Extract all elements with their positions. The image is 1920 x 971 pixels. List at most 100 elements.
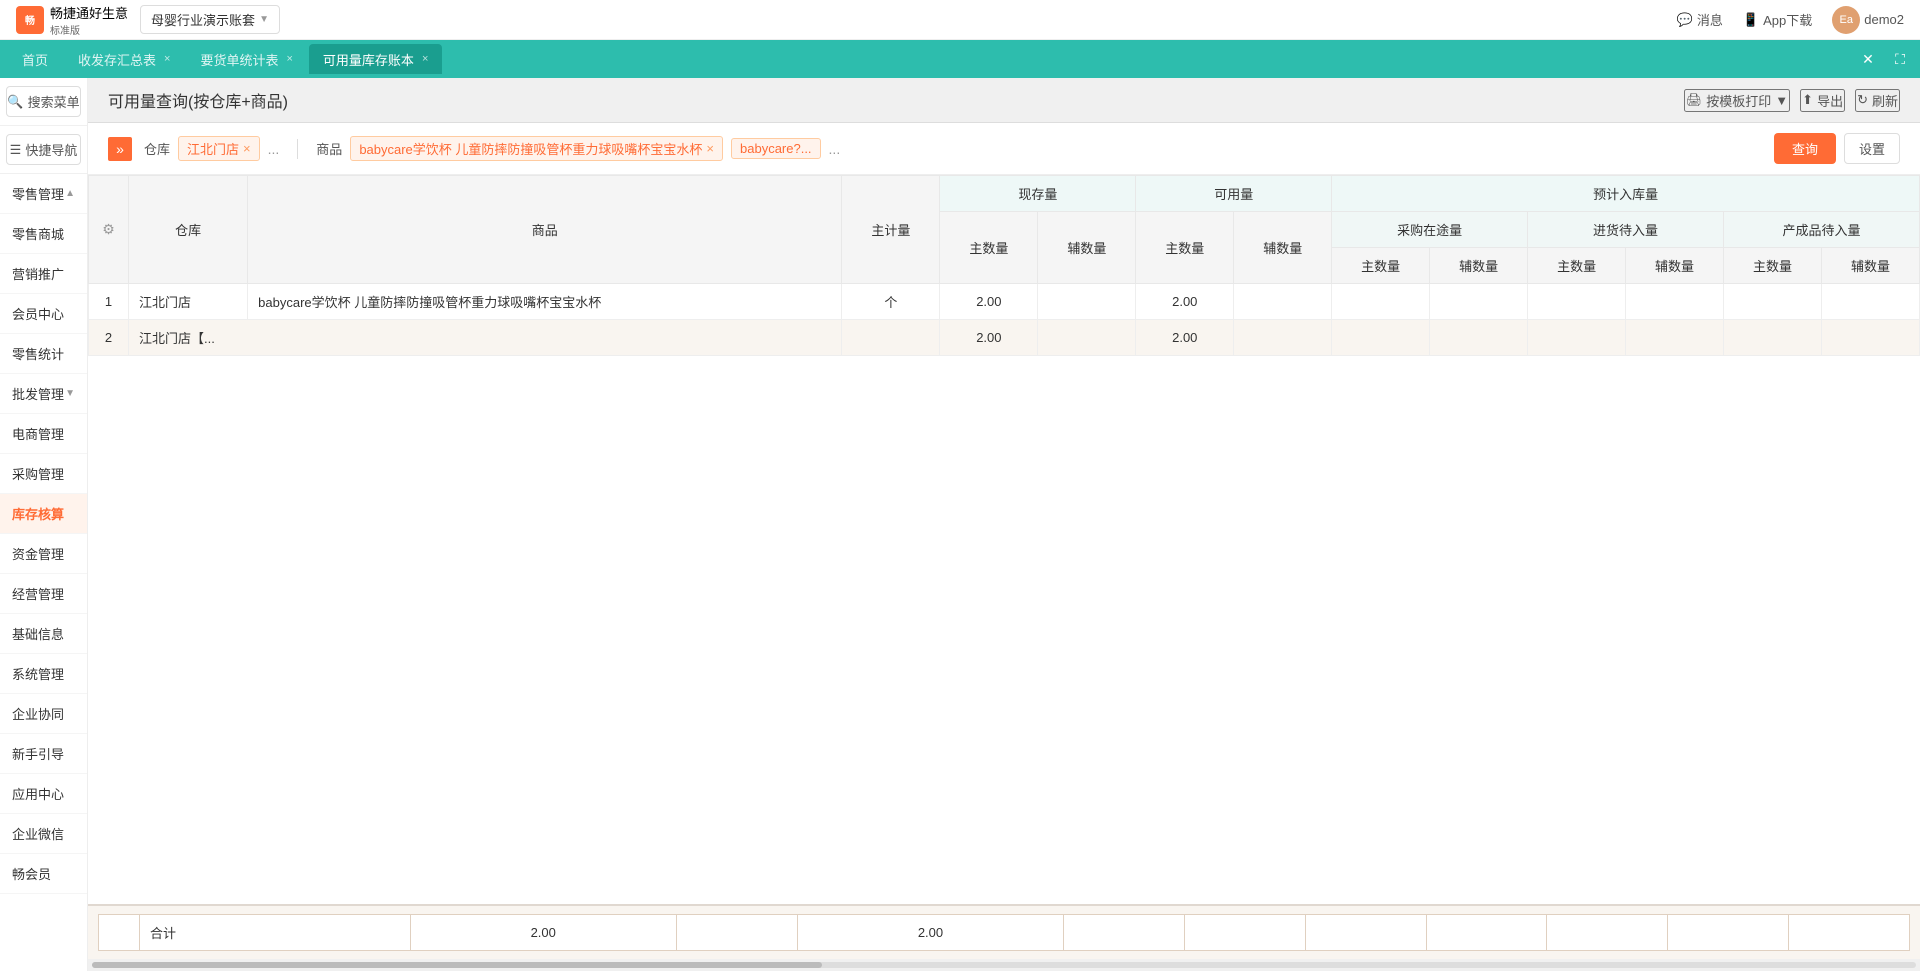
sidebar-item-retail-stats[interactable]: 零售统计 xyxy=(0,334,87,374)
subtotal-row: 2 江北门店【... 2.00 2.00 xyxy=(89,320,1920,356)
sidebar-item-members[interactable]: 会员中心 xyxy=(0,294,87,334)
col-forecast-in-header: 预计入库量 xyxy=(1332,176,1920,212)
quick-nav-area: ☰ 快捷导航 xyxy=(0,126,87,174)
sidebar-item-marketing[interactable]: 营销推广 xyxy=(0,254,87,294)
footer-total: 合计 2.00 2.00 xyxy=(88,904,1920,959)
app-download-label: App下载 xyxy=(1763,10,1812,29)
sidebar-item-retail-mall[interactable]: 零售商城 xyxy=(0,214,87,254)
product-filter-group: 商品 babycare学饮杯 儿童防摔防撞吸管杯重力球吸嘴杯宝宝水杯 × bab… xyxy=(316,136,840,161)
sidebar-item-finance[interactable]: 资金管理 xyxy=(0,534,87,574)
row1-warehouse: 江北门店 xyxy=(129,284,248,320)
logo-sub: 标准版 xyxy=(50,22,128,37)
subtotal-pur-transit-aux xyxy=(1430,320,1528,356)
product-filter-more[interactable]: ... xyxy=(829,141,841,157)
chevron-down-icon: ▼ xyxy=(65,388,75,399)
total-pur-transit-main xyxy=(1185,915,1306,951)
tab-order-stats-close[interactable]: × xyxy=(286,53,292,65)
nav-icon: ☰ xyxy=(10,142,22,158)
subtotal-seq: 2 xyxy=(89,320,129,356)
total-current-aux xyxy=(676,915,797,951)
subtotal-label: 江北门店【... xyxy=(129,320,842,356)
chevron-up-icon: ▲ xyxy=(65,188,75,199)
sidebar-item-retail-mgmt[interactable]: 零售管理 ▲ xyxy=(0,174,87,214)
warehouse-filter-group: 仓库 江北门店 × ... xyxy=(144,136,279,161)
app-download-btn[interactable]: 📱 App下载 xyxy=(1743,10,1812,29)
row1-product-pending-aux xyxy=(1821,284,1919,320)
col-warehouse-header: 仓库 xyxy=(129,176,248,284)
tab-order-stats[interactable]: 要货单统计表 × xyxy=(186,44,306,74)
quick-nav-button[interactable]: ☰ 快捷导航 xyxy=(6,134,81,165)
warehouse-filter-more[interactable]: ... xyxy=(268,141,280,157)
page-actions: 🖨 按模板打印 ▼ ⬆ 导出 ↻ 刷新 xyxy=(1684,89,1900,112)
search-icon: 🔍 xyxy=(7,94,23,110)
warehouse-tag-remove[interactable]: × xyxy=(243,141,251,156)
sidebar-item-new-guide[interactable]: 新手引导 xyxy=(0,734,87,774)
tab-receive-summary-label: 收发存汇总表 xyxy=(78,50,156,69)
industry-selector[interactable]: 母婴行业演示账套 ▼ xyxy=(140,5,280,34)
total-product-pending-aux xyxy=(1789,915,1910,951)
nav-close-icon[interactable]: ✕ xyxy=(1856,47,1880,71)
sidebar-item-ecommerce[interactable]: 电商管理 xyxy=(0,414,87,454)
sidebar-item-purchase[interactable]: 采购管理 xyxy=(0,454,87,494)
search-menu-button[interactable]: 🔍 搜索菜单 xyxy=(6,86,81,117)
sidebar-item-sys-mgmt[interactable]: 系统管理 xyxy=(0,654,87,694)
scrollbar-track[interactable] xyxy=(92,962,1916,968)
top-bar-left: 畅 畅捷通好生意 标准版 母婴行业演示账套 ▼ xyxy=(16,3,280,37)
sidebar-item-operations[interactable]: 经营管理 xyxy=(0,574,87,614)
scrollbar-thumb[interactable] xyxy=(92,962,822,968)
user-name: demo2 xyxy=(1864,12,1904,27)
sidebar-item-base-info[interactable]: 基础信息 xyxy=(0,614,87,654)
filter-bar: » 仓库 江北门店 × ... 商品 babycare学饮杯 儿童防摔防撞吸管杯… xyxy=(88,123,1920,175)
col-settings[interactable]: ⚙ xyxy=(89,176,129,284)
product-filter-label: 商品 xyxy=(316,139,342,158)
total-row: 合计 2.00 2.00 xyxy=(99,915,1910,951)
col-pur-transit-aux: 辅数量 xyxy=(1430,248,1528,284)
horizontal-scrollbar[interactable] xyxy=(88,959,1920,971)
col-main-unit-header: 主计量 xyxy=(842,176,940,284)
product-tag1-remove[interactable]: × xyxy=(706,141,714,156)
total-current-main: 2.00 xyxy=(410,915,676,951)
search-menu-label: 搜索菜单 xyxy=(28,92,80,111)
nav-expand-icon[interactable]: ⛶ xyxy=(1888,47,1912,71)
product-filter-tag2[interactable]: babycare?... xyxy=(731,138,821,159)
total-pur-transit-aux xyxy=(1305,915,1426,951)
export-button[interactable]: ⬆ 导出 xyxy=(1800,89,1845,112)
subtotal-goods-pending-aux xyxy=(1626,320,1724,356)
tab-home[interactable]: 首页 xyxy=(8,44,62,74)
tab-available-stock[interactable]: 可用量库存账本 × xyxy=(309,44,442,74)
row1-pur-transit-aux xyxy=(1430,284,1528,320)
sidebar-item-enterprise-wechat[interactable]: 企业微信 xyxy=(0,814,87,854)
tab-available-stock-close[interactable]: × xyxy=(422,53,428,65)
sidebar-item-wholesale-mgmt[interactable]: 批发管理 ▼ xyxy=(0,374,87,414)
sidebar-item-members2[interactable]: 畅会员 xyxy=(0,854,87,894)
subtotal-available-main: 2.00 xyxy=(1136,320,1234,356)
user-menu[interactable]: Ea demo2 xyxy=(1832,6,1904,34)
row1-goods-pending-main xyxy=(1528,284,1626,320)
sidebar-item-inventory[interactable]: 库存核算 xyxy=(0,494,87,534)
total-goods-pending-aux xyxy=(1547,915,1668,951)
total-table: 合计 2.00 2.00 xyxy=(98,914,1910,951)
settings-icon: ⚙ xyxy=(102,221,115,237)
product-filter-tag1[interactable]: babycare学饮杯 儿童防摔防撞吸管杯重力球吸嘴杯宝宝水杯 × xyxy=(350,136,723,161)
top-bar: 畅 畅捷通好生意 标准版 母婴行业演示账套 ▼ 💬 消息 📱 App下载 Ea … xyxy=(0,0,1920,40)
message-btn[interactable]: 💬 消息 xyxy=(1677,10,1723,29)
sidebar-item-enterprise-collab[interactable]: 企业协同 xyxy=(0,694,87,734)
industry-label: 母婴行业演示账套 xyxy=(151,10,255,29)
warehouse-filter-tag[interactable]: 江北门店 × xyxy=(178,136,260,161)
logo-text: 畅捷通好生意 标准版 xyxy=(50,3,128,37)
message-icon: 💬 xyxy=(1677,12,1693,28)
tab-order-stats-label: 要货单统计表 xyxy=(200,50,278,69)
refresh-button[interactable]: ↻ 刷新 xyxy=(1855,89,1900,112)
filter-expand-button[interactable]: » xyxy=(108,137,132,161)
tab-receive-summary-close[interactable]: × xyxy=(164,53,170,65)
col-product-pending-aux: 辅数量 xyxy=(1821,248,1919,284)
content-area: 可用量查询(按仓库+商品) 🖨 按模板打印 ▼ ⬆ 导出 ↻ 刷新 » xyxy=(88,78,1920,971)
tab-receive-summary[interactable]: 收发存汇总表 × xyxy=(64,44,184,74)
sidebar-item-app-center[interactable]: 应用中心 xyxy=(0,774,87,814)
template-print-button[interactable]: 🖨 按模板打印 ▼ xyxy=(1684,89,1790,112)
query-button[interactable]: 查询 xyxy=(1774,133,1836,164)
row1-main-unit: 个 xyxy=(842,284,940,320)
settings-button[interactable]: 设置 xyxy=(1844,133,1900,164)
nav-tabs: 首页 收发存汇总表 × 要货单统计表 × 可用量库存账本 × ✕ ⛶ xyxy=(0,40,1920,78)
col-goods-pending-main: 主数量 xyxy=(1528,248,1626,284)
